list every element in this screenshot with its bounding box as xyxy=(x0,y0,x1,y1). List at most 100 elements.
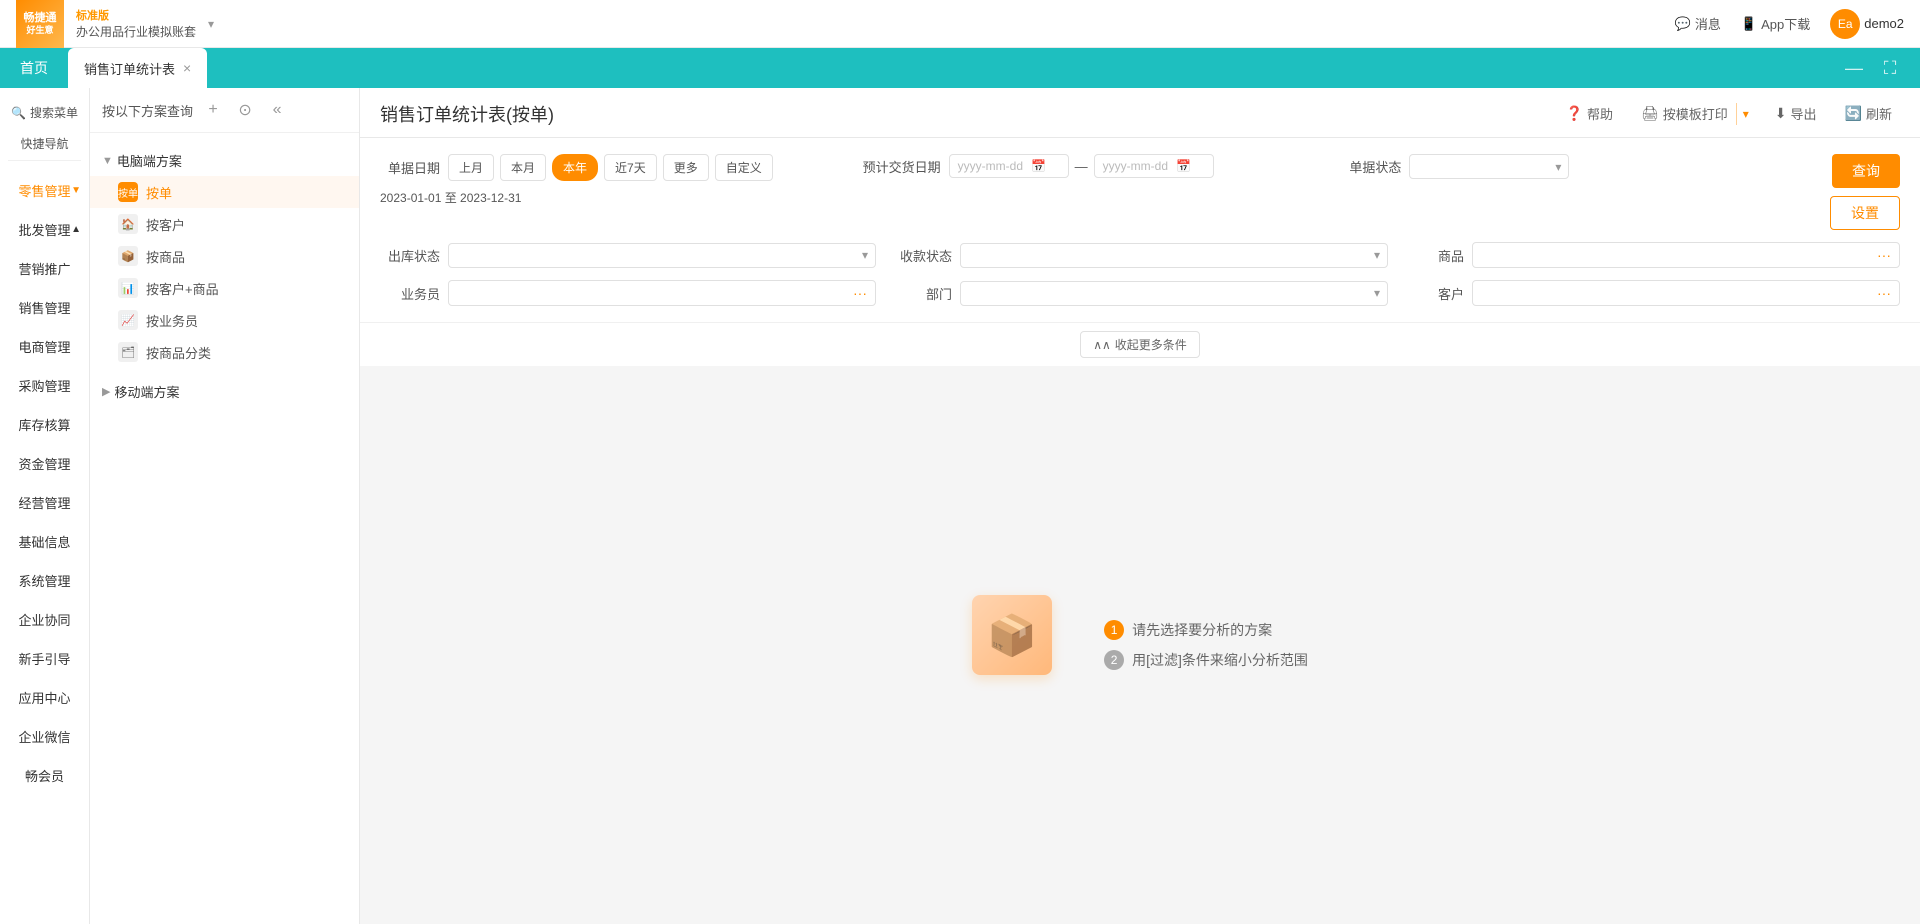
app-dropdown-btn[interactable]: ▾ xyxy=(204,15,218,33)
tab-maximize-btn[interactable]: ⛶ xyxy=(1876,54,1904,82)
sidebar-item-basic-info[interactable]: 基础信息 xyxy=(0,522,89,561)
tab-minimize-btn[interactable]: — xyxy=(1840,54,1868,82)
refresh-btn[interactable]: 🔄 刷新 xyxy=(1837,100,1900,127)
customer-label: 客户 xyxy=(1404,284,1464,303)
calendar-icon: 📅 xyxy=(1031,159,1046,173)
sidebar-item-wechat[interactable]: 企业微信 xyxy=(0,717,89,756)
sidebar-item-system[interactable]: 系统管理 xyxy=(0,561,89,600)
page-title: 销售订单统计表(按单) xyxy=(380,101,554,127)
panel-collapse-btn[interactable]: « xyxy=(265,98,289,122)
filter-actions: 查询 设置 xyxy=(1830,154,1900,230)
help-icon: ❓ xyxy=(1566,105,1583,122)
sidebar-item-operations[interactable]: 经营管理 xyxy=(0,483,89,522)
bill-status-select[interactable] xyxy=(1409,154,1569,179)
template-print-group: 🖨 按模板打印 ▾ xyxy=(1633,100,1755,127)
sidebar-item-inventory[interactable]: 库存核算 xyxy=(0,405,89,444)
query-btn[interactable]: 查询 xyxy=(1832,154,1900,188)
app-download-btn[interactable]: 📱 App下载 xyxy=(1741,14,1810,33)
payment-status-select[interactable] xyxy=(960,243,1388,268)
sidebar-item-apps[interactable]: 应用中心 xyxy=(0,678,89,717)
dept-label: 部门 xyxy=(892,284,952,303)
scheme-group-pc: ▼ 电脑端方案 按单 按单 🏠 按客户 xyxy=(90,141,359,372)
tab-close-btn[interactable]: × xyxy=(183,60,191,76)
expected-date-label: 预计交货日期 xyxy=(861,157,941,176)
left-panel: 按以下方案查询 + ⊙ « ▼ 电脑端方案 按单 按单 xyxy=(90,88,360,924)
settings-btn[interactable]: 设置 xyxy=(1830,196,1900,230)
sidebar-item-ecommerce[interactable]: 电商管理 xyxy=(0,327,89,366)
message-btn[interactable]: 💬 消息 xyxy=(1675,14,1721,33)
scheme-group-mobile-arrow: ▶ xyxy=(102,385,110,398)
salesperson-input-wrap: ··· xyxy=(448,280,876,306)
dept-select[interactable] xyxy=(960,281,1388,306)
salesperson-dots[interactable]: ··· xyxy=(853,285,867,301)
ship-status-label: 出库状态 xyxy=(380,246,440,265)
salesperson-label: 业务员 xyxy=(380,284,440,303)
tab-home[interactable]: 首页 xyxy=(0,48,68,88)
filter-product: 商品 ··· xyxy=(1404,242,1900,268)
payment-status-select-wrap xyxy=(960,243,1388,268)
sidebar-item-marketing[interactable]: 营销推广 xyxy=(0,249,89,288)
template-print-btn[interactable]: 🖨 按模板打印 xyxy=(1633,100,1736,127)
sidebar-item-retail[interactable]: 零售管理 ▼ xyxy=(0,171,89,210)
top-bar-left: 畅捷通 好生意 标准版 办公用品行业模拟账套 ▾ xyxy=(16,0,218,48)
main-layout: 🔍 搜索菜单 快捷导航 零售管理 ▼ 批发管理 ▲ 营销推广 销售管理 xyxy=(0,88,1920,924)
scheme-group-pc-header[interactable]: ▼ 电脑端方案 xyxy=(90,145,359,176)
panel-header: 按以下方案查询 + ⊙ « xyxy=(90,88,359,133)
sidebar-item-enterprise[interactable]: 企业协同 xyxy=(0,600,89,639)
top-bar-right: 💬 消息 📱 App下载 Ea demo2 xyxy=(1675,9,1904,39)
date-btn-this-year[interactable]: 本年 xyxy=(552,154,598,181)
sidebar-item-finance[interactable]: 资金管理 xyxy=(0,444,89,483)
expected-date-to[interactable]: yyyy-mm-dd 📅 xyxy=(1094,154,1214,178)
date-label: 单据日期 xyxy=(380,158,440,177)
sidebar-item-sales[interactable]: 销售管理 xyxy=(0,288,89,327)
filter-payment-status: 收款状态 xyxy=(892,243,1388,268)
tab-sales-order[interactable]: 销售订单统计表 × xyxy=(68,48,207,88)
date-btn-last-month[interactable]: 上月 xyxy=(448,154,494,181)
sidebar-item-vip[interactable]: 畅会员 xyxy=(0,756,89,795)
date-range-display: 2023-01-01 至 2023-12-31 xyxy=(380,189,521,206)
refresh-icon: 🔄 xyxy=(1845,105,1862,122)
collapse-more-btn[interactable]: ∧∧ 收起更多条件 xyxy=(1080,331,1200,358)
expected-date-inputs: yyyy-mm-dd 📅 — yyyy-mm-dd 📅 xyxy=(949,154,1214,178)
filter-row-1: 单据日期 上月 本月 本年 近7天 更多 自定义 2023-01-01 至 20… xyxy=(380,154,1900,230)
sidebar-item-guide[interactable]: 新手引导 xyxy=(0,639,89,678)
date-btn-more[interactable]: 更多 xyxy=(663,154,709,181)
date-btns: 上月 本月 本年 近7天 更多 自定义 xyxy=(448,154,773,181)
scheme-item-by-product[interactable]: 📦 按商品 xyxy=(90,240,359,272)
panel-add-btn[interactable]: + xyxy=(201,98,225,122)
empty-tips: 1 请先选择要分析的方案 2 用[过滤]条件来缩小分析范围 xyxy=(1104,620,1308,670)
bill-status-select-wrap xyxy=(1409,154,1569,179)
scheme-item-by-customer-product[interactable]: 📊 按客户+商品 xyxy=(90,272,359,304)
filter-row-2: 出库状态 收款状态 商品 xyxy=(380,242,1900,268)
customer-dots[interactable]: ··· xyxy=(1877,285,1891,301)
bill-status-label: 单据状态 xyxy=(1341,157,1401,176)
ship-status-select[interactable] xyxy=(448,243,876,268)
panel-settings-btn[interactable]: ⊙ xyxy=(233,98,257,122)
quick-nav-btn[interactable]: 快捷导航 xyxy=(0,129,89,158)
scheme-item-by-product-category[interactable]: 🗂 按商品分类 xyxy=(90,336,359,368)
page-actions: ❓ 帮助 🖨 按模板打印 ▾ ⬇ 导出 🔄 刷新 xyxy=(1558,100,1900,127)
scheme-item-by-salesperson[interactable]: 📈 按业务员 xyxy=(90,304,359,336)
template-print-dropdown[interactable]: ▾ xyxy=(1736,103,1755,125)
expected-date-from[interactable]: yyyy-mm-dd 📅 xyxy=(949,154,1069,178)
tip-num-1: 1 xyxy=(1104,620,1124,640)
date-btn-last-7[interactable]: 近7天 xyxy=(604,154,657,181)
payment-status-label: 收款状态 xyxy=(892,246,952,265)
sidebar-item-purchase[interactable]: 采购管理 xyxy=(0,366,89,405)
app-title: 办公用品行业模拟账套 xyxy=(76,23,196,40)
scheme-group-mobile-header[interactable]: ▶ 移动端方案 xyxy=(90,376,359,407)
search-icon: 🔍 xyxy=(11,106,26,120)
sidebar-nav: 零售管理 ▼ 批发管理 ▲ 营销推广 销售管理 电商管理 采购管理 库存核算 xyxy=(0,171,89,795)
empty-tip-1: 1 请先选择要分析的方案 xyxy=(1104,620,1308,640)
sidebar-item-wholesale[interactable]: 批发管理 ▲ xyxy=(0,210,89,249)
date-btn-this-month[interactable]: 本月 xyxy=(500,154,546,181)
scheme-item-by-order[interactable]: 按单 按单 xyxy=(90,176,359,208)
product-dots[interactable]: ··· xyxy=(1877,247,1891,263)
user-profile[interactable]: Ea demo2 xyxy=(1830,9,1904,39)
help-btn[interactable]: ❓ 帮助 xyxy=(1558,100,1621,127)
scheme-item-by-customer[interactable]: 🏠 按客户 xyxy=(90,208,359,240)
app-logo: 畅捷通 好生意 xyxy=(16,0,64,48)
search-menu-btn[interactable]: 🔍 搜索菜单 xyxy=(0,96,89,129)
export-btn[interactable]: ⬇ 导出 xyxy=(1767,100,1825,127)
date-btn-custom[interactable]: 自定义 xyxy=(715,154,773,181)
